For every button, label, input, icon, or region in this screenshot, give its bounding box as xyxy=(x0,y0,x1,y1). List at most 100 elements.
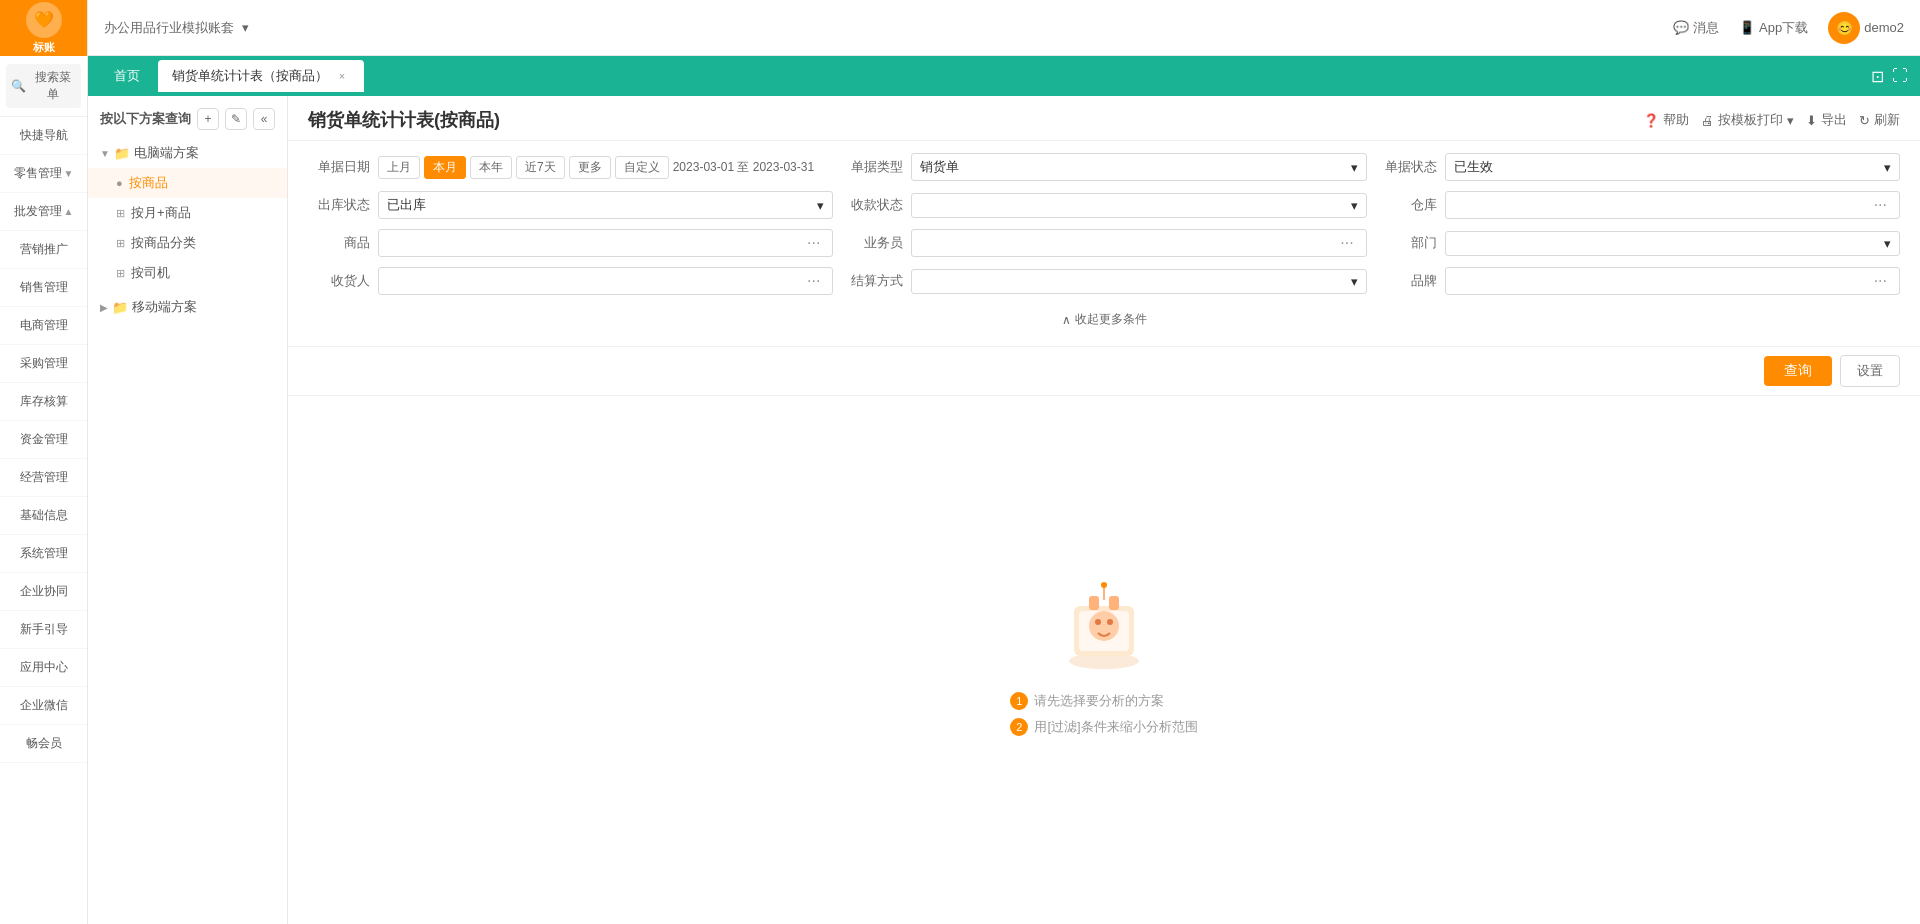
empty-tip-2: 2 用[过滤]条件来缩小分析范围 xyxy=(1010,718,1197,736)
message-icon: 💬 xyxy=(1673,20,1689,35)
chevron-down-icon-3: ▾ xyxy=(817,198,824,213)
salesperson-dots[interactable]: ··· xyxy=(1336,234,1357,252)
action-bar: 查询 设置 xyxy=(288,347,1920,396)
page-title: 销货单统计计表(按商品) xyxy=(308,108,500,132)
tab-sales-stat[interactable]: 销货单统计计表（按商品） × xyxy=(158,60,364,92)
print-dropdown-button[interactable]: ▾ xyxy=(1787,113,1794,128)
date-btn-last-month[interactable]: 上月 xyxy=(378,156,420,179)
top-header: 办公用品行业模拟账套 ▾ 💬 消息 📱 App下载 😊 demo2 xyxy=(88,0,1920,56)
plan-group-mobile-label: 移动端方案 xyxy=(132,298,197,316)
print-dropdown-icon: ▾ xyxy=(1787,113,1794,128)
sidebar-item-finance[interactable]: 资金管理 xyxy=(0,421,87,459)
collapse-icon: ∧ xyxy=(1062,313,1071,327)
sidebar-item-member[interactable]: 畅会员 xyxy=(0,725,87,763)
date-btn-this-month[interactable]: 本月 xyxy=(424,156,466,179)
doctype-value: 销货单 ▾ xyxy=(911,153,1366,181)
tab-minimize-button[interactable]: ⊡ xyxy=(1871,67,1884,86)
sidebar-item-wholesale[interactable]: 批发管理 ▲ xyxy=(0,193,87,231)
sidebar-item-purchase[interactable]: 采购管理 xyxy=(0,345,87,383)
sidebar: 🧡 标账 🔍 搜索菜单 快捷导航 零售管理 ▼ 批发管理 ▲ 营销推广 销售管理… xyxy=(0,0,88,924)
tip-num-2: 2 xyxy=(1010,718,1028,736)
chevron-down-icon: ▾ xyxy=(1351,160,1358,175)
sidebar-item-enterprise-wechat[interactable]: 企业微信 xyxy=(0,687,87,725)
chevron-down-icon-2: ▾ xyxy=(1884,160,1891,175)
settings-button[interactable]: 设置 xyxy=(1840,355,1900,387)
help-button[interactable]: ❓ 帮助 xyxy=(1643,111,1689,129)
avatar: 😊 xyxy=(1828,12,1860,44)
print-button[interactable]: 🖨 按模板打印 xyxy=(1701,111,1783,129)
refresh-icon: ↻ xyxy=(1859,113,1870,128)
export-button[interactable]: ⬇ 导出 xyxy=(1806,111,1847,129)
plan-item-by-product[interactable]: ● 按商品 xyxy=(88,168,287,198)
plan-group-mobile-header[interactable]: ▶ 📁 移动端方案 xyxy=(88,292,287,322)
tab-close-button[interactable]: × xyxy=(334,68,350,84)
sidebar-item-beginner[interactable]: 新手引导 xyxy=(0,611,87,649)
add-plan-button[interactable]: + xyxy=(197,108,219,130)
warehouse-dots[interactable]: ··· xyxy=(1870,196,1891,214)
plan-group-pc-header[interactable]: ▼ 📁 电脑端方案 xyxy=(88,138,287,168)
left-panel: 按以下方案查询 + ✎ « ▼ 📁 电脑端方案 ● 按商品 ⊞ xyxy=(88,96,288,924)
date-btn-this-year[interactable]: 本年 xyxy=(470,156,512,179)
app-download-button[interactable]: 📱 App下载 xyxy=(1739,19,1808,37)
filter-cell-department: 部门 ▾ xyxy=(1375,229,1900,257)
app-logo: 🧡 标账 xyxy=(0,0,87,56)
svg-rect-6 xyxy=(1089,596,1099,610)
collapse-panel-button[interactable]: « xyxy=(253,108,275,130)
plan-group-pc-label: 电脑端方案 xyxy=(134,144,199,162)
recipient-dots[interactable]: ··· xyxy=(803,272,824,290)
main-area: 办公用品行业模拟账套 ▾ 💬 消息 📱 App下载 😊 demo2 首页 xyxy=(88,0,1920,924)
search-menu-button[interactable]: 🔍 搜索菜单 xyxy=(6,64,81,108)
brand-dots[interactable]: ··· xyxy=(1870,272,1891,290)
chevron-down-icon: ▼ xyxy=(64,168,74,179)
payment-method-select[interactable]: ▾ xyxy=(911,269,1366,294)
paymentstatus-select[interactable]: ▾ xyxy=(911,193,1366,218)
content-area: 按以下方案查询 + ✎ « ▼ 📁 电脑端方案 ● 按商品 ⊞ xyxy=(88,96,1920,924)
paymentstatus-label: 收款状态 xyxy=(841,196,911,214)
edit-plan-button[interactable]: ✎ xyxy=(225,108,247,130)
svg-rect-7 xyxy=(1109,596,1119,610)
left-panel-header: 按以下方案查询 + ✎ « xyxy=(88,108,287,138)
sidebar-item-retail[interactable]: 零售管理 ▼ xyxy=(0,155,87,193)
sidebar-item-basic[interactable]: 基础信息 xyxy=(0,497,87,535)
right-panel: 销货单统计计表(按商品) ❓ 帮助 🖨 按模板打印 ▾ xyxy=(288,96,1920,924)
tab-maximize-button[interactable]: ⛶ xyxy=(1892,67,1908,86)
sidebar-item-system[interactable]: 系统管理 xyxy=(0,535,87,573)
doctype-label: 单据类型 xyxy=(841,158,911,176)
product-label: 商品 xyxy=(308,234,378,252)
sidebar-item-app-center[interactable]: 应用中心 xyxy=(0,649,87,687)
messages-button[interactable]: 💬 消息 xyxy=(1673,19,1719,37)
date-btn-custom[interactable]: 自定义 xyxy=(615,156,669,179)
sidebar-item-enterprise-collab[interactable]: 企业协同 xyxy=(0,573,87,611)
sidebar-item-marketing[interactable]: 营销推广 xyxy=(0,231,87,269)
date-btn-7days[interactable]: 近7天 xyxy=(516,156,565,179)
docstatus-select[interactable]: 已生效 ▾ xyxy=(1445,153,1900,181)
sidebar-item-ecommerce[interactable]: 电商管理 xyxy=(0,307,87,345)
svg-point-4 xyxy=(1095,619,1101,625)
logo-icon: 🧡 xyxy=(26,2,62,38)
chevron-up-icon: ▲ xyxy=(64,206,74,217)
date-btn-more[interactable]: 更多 xyxy=(569,156,611,179)
query-button[interactable]: 查询 xyxy=(1764,356,1832,386)
plan-item-by-cashier[interactable]: ⊞ 按司机 xyxy=(88,258,287,288)
plan-item-by-product-cat[interactable]: ⊞ 按商品分类 xyxy=(88,228,287,258)
department-select[interactable]: ▾ xyxy=(1445,231,1900,256)
collapse-filter-button[interactable]: ∧ 收起更多条件 xyxy=(308,305,1900,334)
empty-tip-1: 1 请先选择要分析的方案 xyxy=(1010,692,1197,710)
sidebar-item-quick-nav[interactable]: 快捷导航 xyxy=(0,117,87,155)
refresh-button[interactable]: ↻ 刷新 xyxy=(1859,111,1900,129)
sidebar-item-inventory[interactable]: 库存核算 xyxy=(0,383,87,421)
tab-home[interactable]: 首页 xyxy=(100,60,154,92)
outstatus-select[interactable]: 已出库 ▾ xyxy=(378,191,833,219)
filter-area: 单据日期 上月 本月 本年 近7天 更多 自定义 2023-03-01 至 20… xyxy=(288,141,1920,347)
dropdown-icon[interactable]: ▾ xyxy=(242,20,249,35)
sidebar-item-sales[interactable]: 销售管理 xyxy=(0,269,87,307)
product-dots[interactable]: ··· xyxy=(803,234,824,252)
chevron-down-icon: ▼ xyxy=(100,148,110,159)
user-menu[interactable]: 😊 demo2 xyxy=(1828,12,1904,44)
print-button-group: 🖨 按模板打印 ▾ xyxy=(1701,111,1794,129)
doctype-select[interactable]: 销货单 ▾ xyxy=(911,153,1366,181)
sidebar-item-management[interactable]: 经营管理 xyxy=(0,459,87,497)
filter-cell-doctype: 单据类型 销货单 ▾ xyxy=(841,153,1366,181)
download-icon: 📱 xyxy=(1739,20,1755,35)
plan-item-by-month-product[interactable]: ⊞ 按月+商品 xyxy=(88,198,287,228)
